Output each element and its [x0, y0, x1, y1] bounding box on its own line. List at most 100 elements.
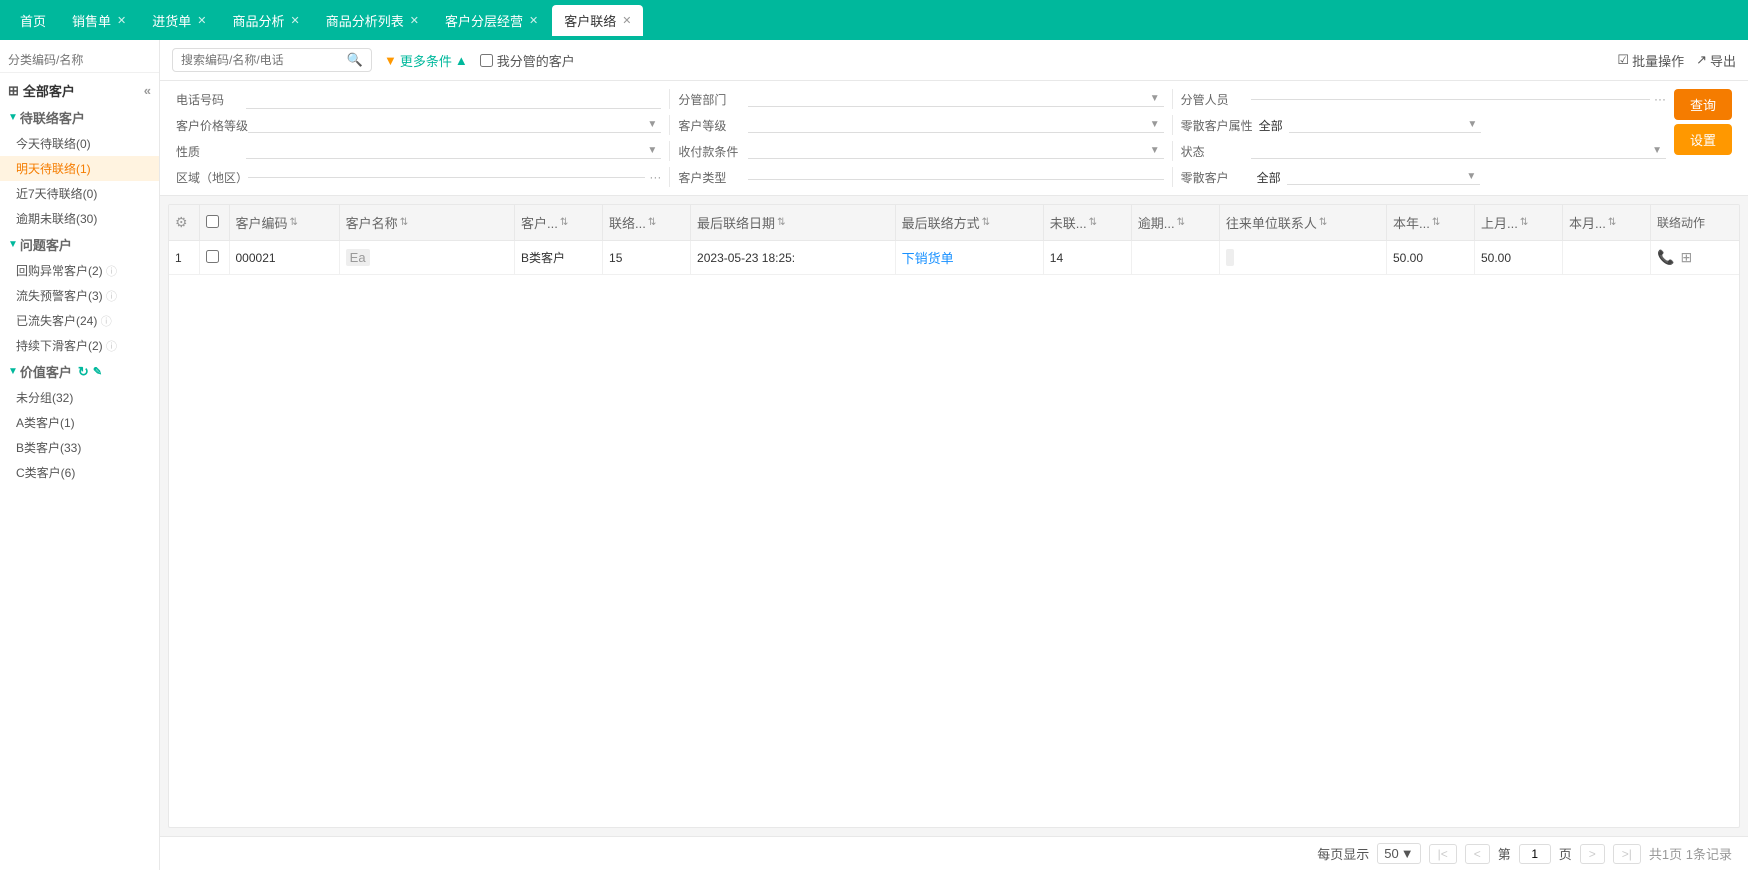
search-input[interactable]: [181, 53, 347, 67]
th-uncontacted[interactable]: 未联... ⇅: [1043, 205, 1131, 241]
sort-code-icon: ⇅: [290, 217, 298, 228]
value-edit-icon[interactable]: ✎: [93, 365, 102, 378]
select-all-checkbox[interactable]: [206, 215, 219, 228]
filter-phone-input[interactable]: [246, 90, 661, 109]
page-number-input[interactable]: [1519, 844, 1551, 864]
nav-sales[interactable]: 销售单 ✕: [60, 5, 138, 36]
query-button[interactable]: 查询: [1674, 89, 1732, 120]
th-code[interactable]: 客户编码 ⇅: [229, 205, 339, 241]
row-checkbox[interactable]: [206, 250, 219, 263]
filter-customer-type-select[interactable]: [748, 175, 1163, 180]
filter-nature-select[interactable]: ▼: [246, 143, 661, 159]
th-overdue[interactable]: 逾期... ⇅: [1131, 205, 1219, 241]
sidebar-item-ungrouped[interactable]: 未分组(32): [0, 385, 159, 410]
sidebar-item-week-contact[interactable]: 近7天待联络(0): [0, 181, 159, 206]
my-customers-checkbox[interactable]: [480, 54, 493, 67]
th-settings[interactable]: ⚙: [169, 205, 199, 241]
close-product-analysis-icon[interactable]: ✕: [291, 14, 300, 27]
search-icon-btn[interactable]: 🔍: [347, 52, 363, 68]
value-refresh-icon[interactable]: ↻: [78, 364, 89, 380]
th-last-date[interactable]: 最后联络日期 ⇅: [691, 205, 896, 241]
filter-retail-attr-select[interactable]: ▼: [1289, 117, 1482, 133]
last-method-link[interactable]: 下销货单: [902, 251, 954, 266]
arrow-problem-icon: ▼: [8, 239, 18, 250]
sidebar-search-wrap: 🔍: [0, 48, 159, 73]
sort-last-method-icon: ⇅: [982, 217, 990, 228]
nav-customer-tier[interactable]: 客户分层经营 ✕: [433, 5, 550, 36]
sidebar-item-overdue-contact[interactable]: 逾期未联络(30): [0, 206, 159, 231]
more-action-icon[interactable]: ⊞: [1680, 249, 1692, 266]
sidebar-item-today-contact[interactable]: 今天待联络(0): [0, 131, 159, 156]
sidebar-all-customers[interactable]: ⊞ 全部客户 «: [0, 77, 159, 104]
filter-payment-select[interactable]: ▼: [748, 143, 1163, 159]
close-sales-icon[interactable]: ✕: [117, 14, 126, 27]
sidebar-item-tomorrow-contact[interactable]: 明天待联络(1): [0, 156, 159, 181]
filter-nature: 性质 ▼: [176, 143, 661, 160]
td-last-method[interactable]: 下销货单: [895, 241, 1043, 275]
sidebar-item-declining[interactable]: 持续下滑客户(2) ⓘ: [0, 333, 159, 358]
th-contacts[interactable]: 联络... ⇅: [603, 205, 691, 241]
th-last-method[interactable]: 最后联络方式 ⇅: [895, 205, 1043, 241]
gear-settings-icon[interactable]: ⚙: [175, 214, 188, 230]
sidebar-group-problem[interactable]: ▼ 问题客户: [0, 231, 159, 258]
filter-price-tier: 客户价格等级 ▼: [176, 117, 661, 134]
last-page-btn[interactable]: >|: [1613, 844, 1641, 864]
sidebar-search-input[interactable]: [8, 53, 160, 67]
search-input-wrap: 🔍: [172, 48, 372, 72]
filter-region-dots[interactable]: ···: [649, 170, 661, 184]
page-size-select[interactable]: 50 ▼: [1377, 843, 1420, 864]
close-purchase-icon[interactable]: ✕: [197, 14, 206, 27]
th-this-month[interactable]: 本月... ⇅: [1563, 205, 1651, 241]
prev-page-btn[interactable]: <: [1465, 844, 1490, 864]
sidebar-item-tier-a[interactable]: A类客户(1): [0, 410, 159, 435]
data-table: ⚙ 客户编码 ⇅ 客户名称: [169, 205, 1739, 275]
customer-name-masked: Ea: [346, 249, 370, 266]
filter-manager-dots[interactable]: ···: [1654, 92, 1666, 106]
nav-customer-contact[interactable]: 客户联络 ✕: [552, 5, 643, 36]
td-actions: 📞 ⊞: [1651, 241, 1739, 275]
settings-button[interactable]: 设置: [1674, 124, 1732, 155]
sidebar-item-tier-c[interactable]: C类客户(6): [0, 460, 159, 485]
th-name[interactable]: 客户名称 ⇅: [339, 205, 514, 241]
filter-retail-customer: 零散客户 全部 ▼: [1181, 169, 1666, 186]
collapse-icon[interactable]: «: [144, 83, 151, 98]
export-btn[interactable]: ↗ 导出: [1696, 51, 1736, 70]
filter-dept-select[interactable]: ▼: [748, 91, 1163, 107]
sidebar-item-churn-warning[interactable]: 流失预警客户(3) ⓘ: [0, 283, 159, 308]
next-page-btn[interactable]: >: [1580, 844, 1605, 864]
th-company-contact[interactable]: 往来单位联系人 ⇅: [1219, 205, 1386, 241]
close-customer-tier-icon[interactable]: ✕: [529, 14, 538, 27]
th-type[interactable]: 客户... ⇅: [515, 205, 603, 241]
chevron-payment-icon: ▼: [1150, 145, 1160, 156]
nav-home[interactable]: 首页: [8, 5, 58, 36]
more-conditions-btn[interactable]: ▼ 更多条件 ▲: [384, 51, 468, 70]
filter-customer-type: 客户类型: [678, 169, 1163, 186]
phone-action-icon[interactable]: 📞: [1657, 249, 1674, 266]
filter-customer-tier-select[interactable]: ▼: [748, 117, 1163, 133]
filter-price-tier-select[interactable]: ▼: [248, 117, 661, 133]
filter-status-select[interactable]: ▼: [1251, 143, 1666, 159]
th-last-month[interactable]: 上月... ⇅: [1475, 205, 1563, 241]
first-page-btn[interactable]: |<: [1429, 844, 1457, 864]
sidebar: 🔍 ⊞ 全部客户 « ▼ 待联络客户 今天待联络(0) 明天待联络(1) 近7天…: [0, 40, 160, 870]
table-row: 1 000021 Ea B类客户 15 2023-05-23 18:25: 下销…: [169, 241, 1739, 275]
nav-purchase[interactable]: 进货单 ✕: [140, 5, 218, 36]
nav-product-analysis[interactable]: 商品分析 ✕: [220, 5, 311, 36]
th-this-year[interactable]: 本年... ⇅: [1386, 205, 1474, 241]
sidebar-item-abnormal[interactable]: 回购异常客户(2) ⓘ: [0, 258, 159, 283]
filter-retail-customer-select[interactable]: ▼: [1287, 169, 1481, 185]
my-customers-toggle[interactable]: 我分管的客户: [480, 51, 575, 70]
th-checkbox[interactable]: [199, 205, 229, 241]
td-row-checkbox[interactable]: [199, 241, 229, 275]
sidebar-item-tier-b[interactable]: B类客户(33): [0, 435, 159, 460]
sidebar-group-value[interactable]: ▼ 价值客户 ↻ ✎: [0, 358, 159, 385]
action-btns: 查询 设置: [1674, 89, 1732, 187]
close-product-analysis-list-icon[interactable]: ✕: [410, 14, 419, 27]
sidebar-item-churned[interactable]: 已流失客户(24) ⓘ: [0, 308, 159, 333]
sidebar-group-pending[interactable]: ▼ 待联络客户: [0, 104, 159, 131]
batch-op-btn[interactable]: ☑ 批量操作: [1617, 51, 1684, 70]
nav-product-analysis-list[interactable]: 商品分析列表 ✕: [314, 5, 431, 36]
chevron-status-icon: ▼: [1652, 145, 1662, 156]
close-customer-contact-icon[interactable]: ✕: [622, 14, 631, 27]
pagination: 每页显示 50 ▼ |< < 第 页 > >| 共1页 1条记录: [160, 836, 1748, 870]
